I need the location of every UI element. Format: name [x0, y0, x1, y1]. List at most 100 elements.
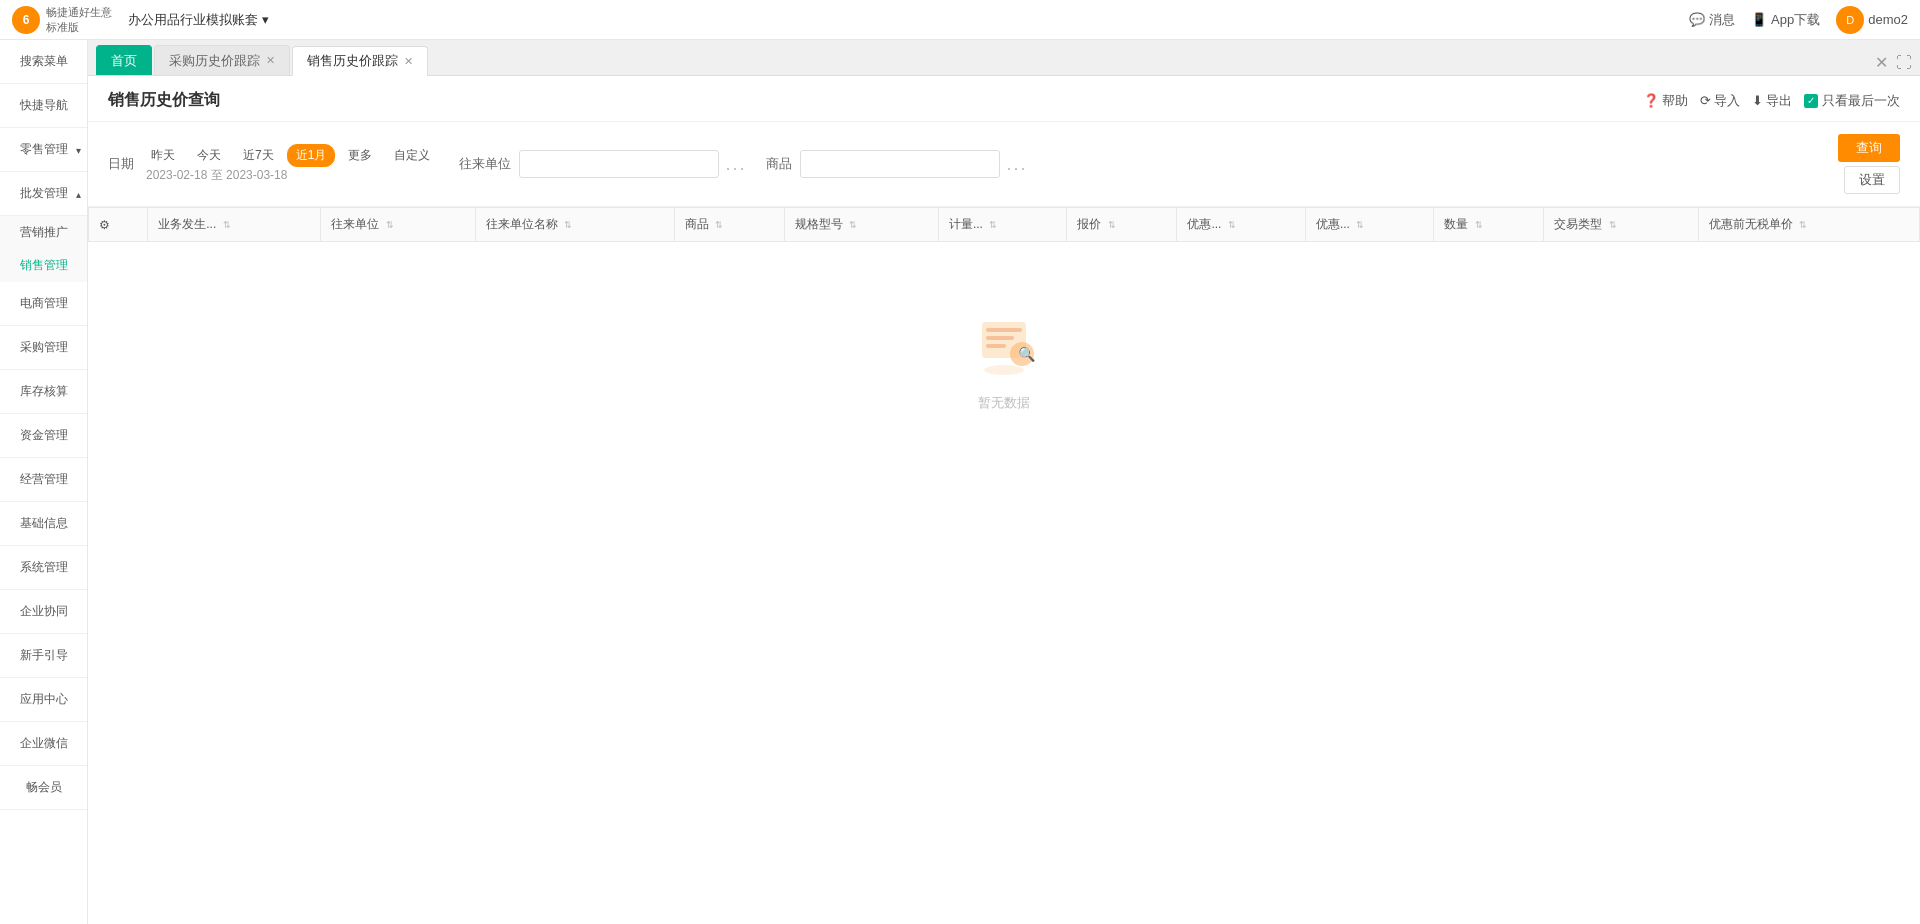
wechat-label: 企业微信	[20, 735, 68, 752]
table-area: ⚙ 业务发生... ⇅ 往来单位 ⇅ 往来单位名称	[88, 207, 1920, 472]
maximize-icon[interactable]: ⛶	[1896, 55, 1912, 71]
sidebar-item-operations[interactable]: 经营管理	[0, 458, 87, 502]
sidebar-item-guide[interactable]: 新手引导	[0, 634, 87, 678]
basic-info-label: 基础信息	[20, 515, 68, 532]
sort-icon-partner-name: ⇅	[564, 220, 572, 230]
purchase-label: 采购管理	[20, 339, 68, 356]
logo-text: 畅捷通好生意 标准版	[46, 5, 112, 34]
user-avatar-button[interactable]: D demo2	[1836, 6, 1908, 34]
col-quote[interactable]: 报价 ⇅	[1067, 208, 1177, 242]
date-pill-last1m[interactable]: 近1月	[287, 144, 336, 167]
finance-label: 资金管理	[20, 427, 68, 444]
table-header: ⚙ 业务发生... ⇅ 往来单位 ⇅ 往来单位名称	[89, 208, 1920, 242]
sidebar-item-member[interactable]: 畅会员	[0, 766, 87, 810]
shortcut-label: 快捷导航	[20, 97, 68, 114]
sidebar-item-retail[interactable]: 零售管理	[0, 128, 87, 172]
col-spec[interactable]: 规格型号 ⇅	[784, 208, 938, 242]
sidebar-item-marketing[interactable]: 营销推广	[0, 216, 87, 249]
gear-icon[interactable]: ⚙	[99, 218, 110, 232]
col-trade-type[interactable]: 交易类型 ⇅	[1544, 208, 1698, 242]
partner-picker-icon[interactable]: ...	[725, 154, 746, 175]
empty-text: 暂无数据	[978, 394, 1030, 412]
retail-label: 零售管理	[20, 141, 68, 158]
col-discount1[interactable]: 优惠... ⇅	[1177, 208, 1306, 242]
sidebar-item-system[interactable]: 系统管理	[0, 546, 87, 590]
tab-purchase-history-close-icon[interactable]: ✕	[266, 54, 275, 67]
tab-sales-history[interactable]: 销售历史价跟踪 ✕	[292, 46, 428, 76]
app-download-icon: 📱	[1751, 12, 1767, 27]
tab-home[interactable]: 首页	[96, 45, 152, 75]
tab-purchase-history-label: 采购历史价跟踪	[169, 52, 260, 70]
settings-button[interactable]: 设置	[1844, 166, 1900, 194]
query-button[interactable]: 查询	[1838, 134, 1900, 162]
sidebar-item-inventory[interactable]: 库存核算	[0, 370, 87, 414]
import-button[interactable]: ⟳ 导入	[1700, 92, 1740, 110]
username-label: demo2	[1868, 12, 1908, 27]
operations-label: 经营管理	[20, 471, 68, 488]
sidebar-item-enterprise[interactable]: 企业协同	[0, 590, 87, 634]
export-icon: ⬇	[1752, 93, 1763, 108]
close-all-tabs-icon[interactable]: ✕	[1875, 55, 1888, 71]
goods-filter-group: 商品 ...	[766, 150, 1027, 178]
sidebar-item-sales-mgmt[interactable]: 销售管理	[0, 249, 87, 282]
filter-right-actions: 查询 设置	[1838, 134, 1900, 194]
avatar: D	[1836, 6, 1864, 34]
sidebar-item-wechat[interactable]: 企业微信	[0, 722, 87, 766]
partner-label: 往来单位	[459, 155, 511, 173]
sort-icon-trade-type: ⇅	[1609, 220, 1617, 230]
help-button[interactable]: ❓ 帮助	[1643, 92, 1688, 110]
ecommerce-label: 电商管理	[20, 295, 68, 312]
col-gear[interactable]: ⚙	[89, 208, 148, 242]
date-pill-more[interactable]: 更多	[339, 144, 381, 167]
partner-input[interactable]	[519, 150, 719, 178]
app-download-button[interactable]: 📱 App下载	[1751, 11, 1820, 29]
only-last-checkbox-label[interactable]: ✓ 只看最后一次	[1804, 92, 1900, 110]
date-pill-last7[interactable]: 近7天	[234, 144, 283, 167]
goods-picker-icon[interactable]: ...	[1006, 154, 1027, 175]
search-menu-label: 搜索菜单	[20, 53, 68, 70]
inventory-label: 库存核算	[20, 383, 68, 400]
date-pill-yesterday[interactable]: 昨天	[142, 144, 184, 167]
sidebar-item-purchase[interactable]: 采购管理	[0, 326, 87, 370]
top-bar: 6 畅捷通好生意 标准版 办公用品行业模拟账套 ▾ 💬 消息 📱 App下载 D…	[0, 0, 1920, 40]
app-center-label: 应用中心	[20, 691, 68, 708]
col-unit[interactable]: 计量... ⇅	[938, 208, 1067, 242]
date-range-text: 2023-02-18 至 2023-03-18	[146, 167, 439, 184]
message-button[interactable]: 💬 消息	[1689, 11, 1735, 29]
col-qty[interactable]: 数量 ⇅	[1434, 208, 1544, 242]
svg-text:🔍: 🔍	[1018, 346, 1036, 363]
help-icon: ❓	[1643, 93, 1659, 108]
col-partner-name[interactable]: 往来单位名称 ⇅	[475, 208, 674, 242]
partner-input-group: ...	[519, 150, 746, 178]
col-pre-tax[interactable]: 优惠前无税单价 ⇅	[1698, 208, 1919, 242]
sidebar-item-search-menu[interactable]: 搜索菜单	[0, 40, 87, 84]
sidebar-item-ecommerce[interactable]: 电商管理	[0, 282, 87, 326]
col-partner-code[interactable]: 往来单位 ⇅	[321, 208, 475, 242]
col-biz-date[interactable]: 业务发生... ⇅	[148, 208, 321, 242]
table-header-row: ⚙ 业务发生... ⇅ 往来单位 ⇅ 往来单位名称	[89, 208, 1920, 242]
top-bar-left: 6 畅捷通好生意 标准版 办公用品行业模拟账套 ▾	[12, 5, 269, 34]
main-layout: 搜索菜单 快捷导航 零售管理 批发管理 营销推广 销售管理 电商管理 采购管理 …	[0, 40, 1920, 924]
filter-area: 日期 昨天 今天 近7天 近1月 更多 自定义 2023-02-18 至 202…	[88, 122, 1920, 207]
only-last-checkbox[interactable]: ✓	[1804, 94, 1818, 108]
goods-input[interactable]	[800, 150, 1000, 178]
sidebar-item-basic-info[interactable]: 基础信息	[0, 502, 87, 546]
empty-state: 🔍 暂无数据	[88, 242, 1920, 472]
tab-sales-history-label: 销售历史价跟踪	[307, 52, 398, 70]
col-discount2[interactable]: 优惠... ⇅	[1305, 208, 1434, 242]
page-content: 销售历史价查询 ❓ 帮助 ⟳ 导入 ⬇ 导出 ✓	[88, 76, 1920, 924]
logo-icon: 6	[12, 6, 40, 34]
tab-sales-history-close-icon[interactable]: ✕	[404, 55, 413, 68]
export-button[interactable]: ⬇ 导出	[1752, 92, 1792, 110]
sidebar-item-wholesale[interactable]: 批发管理	[0, 172, 87, 216]
col-goods[interactable]: 商品 ⇅	[674, 208, 784, 242]
tab-purchase-history[interactable]: 采购历史价跟踪 ✕	[154, 45, 290, 75]
date-pills: 昨天 今天 近7天 近1月 更多 自定义	[142, 144, 439, 167]
sidebar: 搜索菜单 快捷导航 零售管理 批发管理 营销推广 销售管理 电商管理 采购管理 …	[0, 40, 88, 924]
sidebar-item-shortcut[interactable]: 快捷导航	[0, 84, 87, 128]
sidebar-item-app-center[interactable]: 应用中心	[0, 678, 87, 722]
date-pill-today[interactable]: 今天	[188, 144, 230, 167]
sidebar-item-finance[interactable]: 资金管理	[0, 414, 87, 458]
sort-icon-discount2: ⇅	[1356, 220, 1364, 230]
date-pill-custom[interactable]: 自定义	[385, 144, 439, 167]
